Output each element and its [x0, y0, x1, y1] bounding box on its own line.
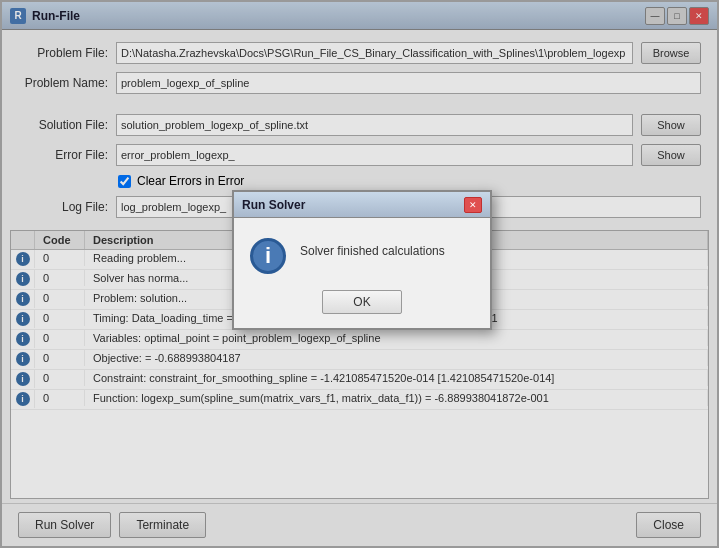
dialog-buttons: OK: [234, 286, 490, 328]
dialog-close-button[interactable]: ✕: [464, 197, 482, 213]
dialog-overlay: Run Solver ✕ i Solver finished calculati…: [2, 2, 717, 546]
dialog-message: Solver finished calculations: [300, 238, 445, 258]
main-window: R Run-File — □ ✕ Problem File: Browse Pr…: [0, 0, 719, 548]
dialog-title-bar: Run Solver ✕: [234, 192, 490, 218]
dialog-info-icon: i: [250, 238, 286, 274]
dialog-ok-button[interactable]: OK: [322, 290, 401, 314]
dialog-body: i Solver finished calculations: [234, 218, 490, 286]
run-solver-dialog: Run Solver ✕ i Solver finished calculati…: [232, 190, 492, 330]
dialog-title: Run Solver: [242, 198, 464, 212]
